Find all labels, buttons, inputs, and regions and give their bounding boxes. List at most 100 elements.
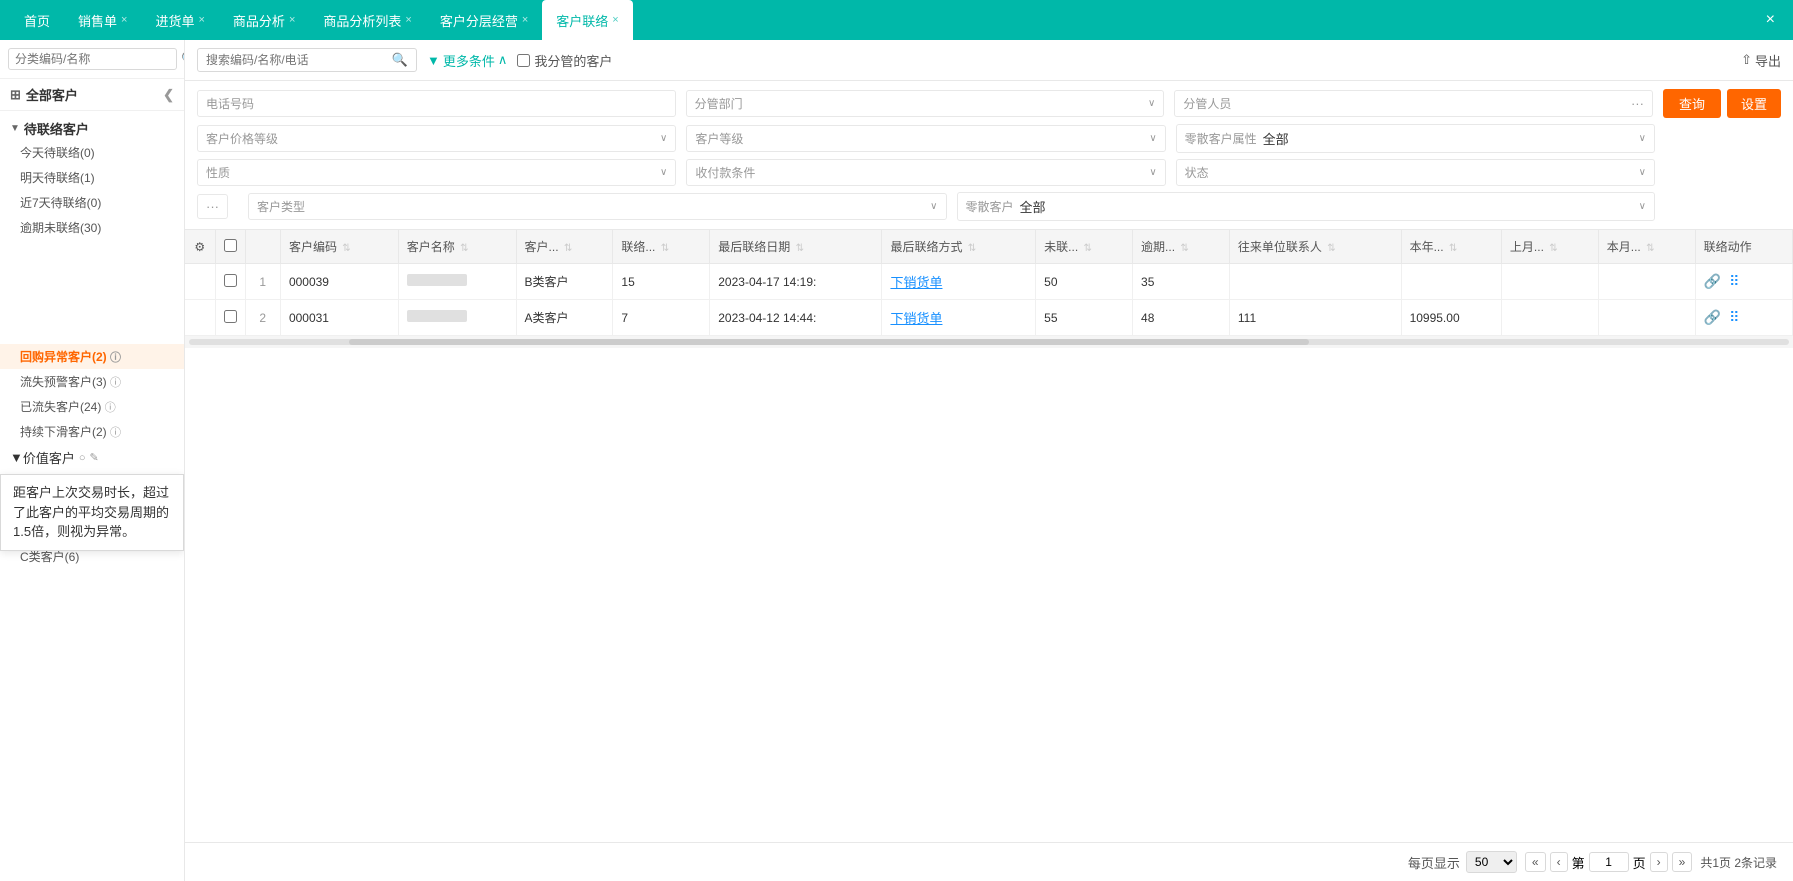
filter-row-2: 客户价格等级 ∨ 客户等级 ∨ 零散客户属性 全部 ∨: [197, 124, 1781, 153]
table-area: ⚙ 客户编码 ⇅ 客户名称 ⇅ 客户... ⇅ 联络... ⇅ 最后联络日期 ⇅…: [185, 230, 1793, 842]
cnum-sort-icon: ⇅: [661, 243, 669, 254]
filter-nature[interactable]: 性质 ∨: [197, 159, 676, 186]
filter-retail-attr[interactable]: 零散客户属性 全部 ∨: [1176, 124, 1655, 153]
customer-name-cell: [398, 264, 516, 300]
scrollbar-track: [189, 339, 1789, 345]
col-last-month: 上月... ⇅: [1501, 230, 1598, 264]
filter-customer-level[interactable]: 客户等级 ∨: [686, 125, 1165, 152]
my-customers-checkbox[interactable]: [517, 54, 530, 67]
nav-item-商品分析[interactable]: 商品分析 ×: [219, 0, 309, 40]
nav-item-客户联络[interactable]: 客户联络 ×: [542, 0, 632, 40]
value-edit2-icon[interactable]: ✎: [90, 451, 99, 464]
prev-page-btn[interactable]: ‹: [1550, 852, 1568, 872]
next-page-btn[interactable]: ›: [1650, 852, 1668, 872]
customer-table: ⚙ 客户编码 ⇅ 客户名称 ⇅ 客户... ⇅ 联络... ⇅ 最后联络日期 ⇅…: [185, 230, 1793, 336]
row-number: 1: [245, 264, 280, 300]
page-nav-buttons: « ‹ 第 页 › »: [1525, 852, 1692, 872]
filter-person[interactable]: 分管人员 ···: [1174, 90, 1653, 117]
filter-more-dot-btn[interactable]: ···: [197, 194, 228, 219]
view-icon[interactable]: 🔗: [1704, 273, 1721, 290]
sidebar-item-7days[interactable]: 近7天待联络(0): [0, 190, 184, 215]
row-checkbox: [215, 264, 245, 300]
nav-close-icon[interactable]: ×: [405, 14, 411, 26]
level-arrow-icon: ∨: [1149, 133, 1156, 144]
sidebar-item-repurchase[interactable]: 回购异常客户(2) ⓘ: [0, 344, 184, 369]
nav-close-icon[interactable]: ×: [612, 14, 618, 26]
lm-sort-icon: ⇅: [1549, 243, 1557, 254]
unit-contact-cell: 111: [1229, 300, 1401, 336]
nav-close-icon[interactable]: ×: [522, 14, 528, 26]
unit-contact-cell: [1229, 264, 1401, 300]
search-wrap: 🔍: [197, 48, 417, 72]
col-name: 客户名称 ⇅: [398, 230, 516, 264]
filter-customer-type[interactable]: 客户类型 ∨: [248, 193, 947, 220]
col-check: [215, 230, 245, 264]
type-sort-icon: ⇅: [564, 243, 572, 254]
sidebar-search-input[interactable]: [8, 48, 177, 70]
export-button[interactable]: ⇧ 导出: [1741, 51, 1781, 70]
customer-code-cell: 000039: [280, 264, 398, 300]
filter-phone[interactable]: 电话号码: [197, 90, 676, 117]
row-settings-icon: [185, 264, 215, 300]
col-last-date: 最后联络日期 ⇅: [710, 230, 882, 264]
page-suffix-label: 页: [1633, 853, 1646, 872]
value-edit-icon[interactable]: ○: [79, 452, 86, 464]
action-cell: 🔗⠿: [1695, 300, 1792, 336]
nav-close-icon[interactable]: ×: [121, 14, 127, 26]
person-more-icon[interactable]: ···: [1631, 96, 1644, 111]
window-close-button[interactable]: ×: [1758, 11, 1783, 29]
page-number-input[interactable]: [1589, 852, 1629, 872]
scrollbar-thumb[interactable]: [349, 339, 1309, 345]
retail-cust-value: 全部: [1020, 197, 1046, 216]
contact-count-cell: 7: [613, 300, 710, 336]
connect-icon[interactable]: ⠿: [1729, 273, 1739, 290]
search-icon[interactable]: 🔍: [392, 52, 408, 68]
col-this-year: 本年... ⇅: [1401, 230, 1501, 264]
col-code: 客户编码 ⇅: [280, 230, 398, 264]
horizontal-scrollbar[interactable]: [185, 336, 1793, 348]
filter-retail-customer[interactable]: 零散客户 全部 ∨: [957, 192, 1656, 221]
view-icon[interactable]: 🔗: [1704, 309, 1721, 326]
pending-group-label[interactable]: ▼ 待联络客户: [0, 115, 184, 140]
query-button[interactable]: 查询: [1663, 89, 1721, 118]
sidebar-item-overdue[interactable]: 逾期未联络(30): [0, 215, 184, 240]
triangle-icon: ▼: [10, 123, 20, 134]
total-info: 共1页 2条记录: [1700, 854, 1777, 871]
last-page-btn[interactable]: »: [1672, 852, 1693, 872]
col-settings[interactable]: ⚙: [185, 230, 215, 264]
customer-type-cell: A类客户: [516, 300, 613, 336]
nav-item-销售单[interactable]: 销售单 ×: [64, 0, 141, 40]
sidebar-item-lost[interactable]: 已流失客户(24) ⓘ: [0, 394, 184, 419]
connect-icon[interactable]: ⠿: [1729, 309, 1739, 326]
nav-close-icon[interactable]: ×: [289, 14, 295, 26]
nav-item-客户分层经营[interactable]: 客户分层经营 ×: [426, 0, 542, 40]
date-sort-icon: ⇅: [796, 243, 804, 254]
search-input[interactable]: [206, 53, 388, 67]
sidebar-item-declining[interactable]: 持续下滑客户(2) ⓘ: [0, 419, 184, 444]
row-settings-icon: [185, 300, 215, 336]
nav-item-进货单[interactable]: 进货单 ×: [141, 0, 218, 40]
sidebar-item-losing[interactable]: 流失预警客户(3) ⓘ: [0, 369, 184, 394]
sidebar-item-tomorrow[interactable]: 明天待联络(1): [0, 165, 184, 190]
nav-item-商品分析列表[interactable]: 商品分析列表 ×: [309, 0, 425, 40]
per-page-select[interactable]: 50 100 200: [1466, 851, 1517, 873]
filter-price-level[interactable]: 客户价格等级 ∨: [197, 125, 676, 152]
all-customers-header[interactable]: ⊞ 全部客户 ❮: [0, 79, 184, 111]
nav-item-首页[interactable]: 首页: [10, 0, 64, 40]
filter-payment[interactable]: 收付款条件 ∨: [686, 159, 1165, 186]
first-page-btn[interactable]: «: [1525, 852, 1546, 872]
more-filters-btn[interactable]: ▼ 更多条件 ∧: [427, 51, 507, 70]
col-unit-contact: 往来单位联系人 ⇅: [1229, 230, 1401, 264]
pending-group-text: 待联络客户: [24, 119, 89, 138]
export-icon: ⇧: [1741, 52, 1752, 68]
settings-button[interactable]: 设置: [1727, 89, 1781, 118]
table-header-row: ⚙ 客户编码 ⇅ 客户名称 ⇅ 客户... ⇅ 联络... ⇅ 最后联络日期 ⇅…: [185, 230, 1793, 264]
filter-status[interactable]: 状态 ∨: [1176, 159, 1655, 186]
select-all-checkbox[interactable]: [224, 239, 237, 252]
customer-name-cell: [398, 300, 516, 336]
col-action: 联络动作: [1695, 230, 1792, 264]
sidebar-item-today[interactable]: 今天待联络(0): [0, 140, 184, 165]
nav-close-icon[interactable]: ×: [198, 14, 204, 26]
action-cell: 🔗⠿: [1695, 264, 1792, 300]
filter-dept[interactable]: 分管部门 ∨: [686, 90, 1165, 117]
